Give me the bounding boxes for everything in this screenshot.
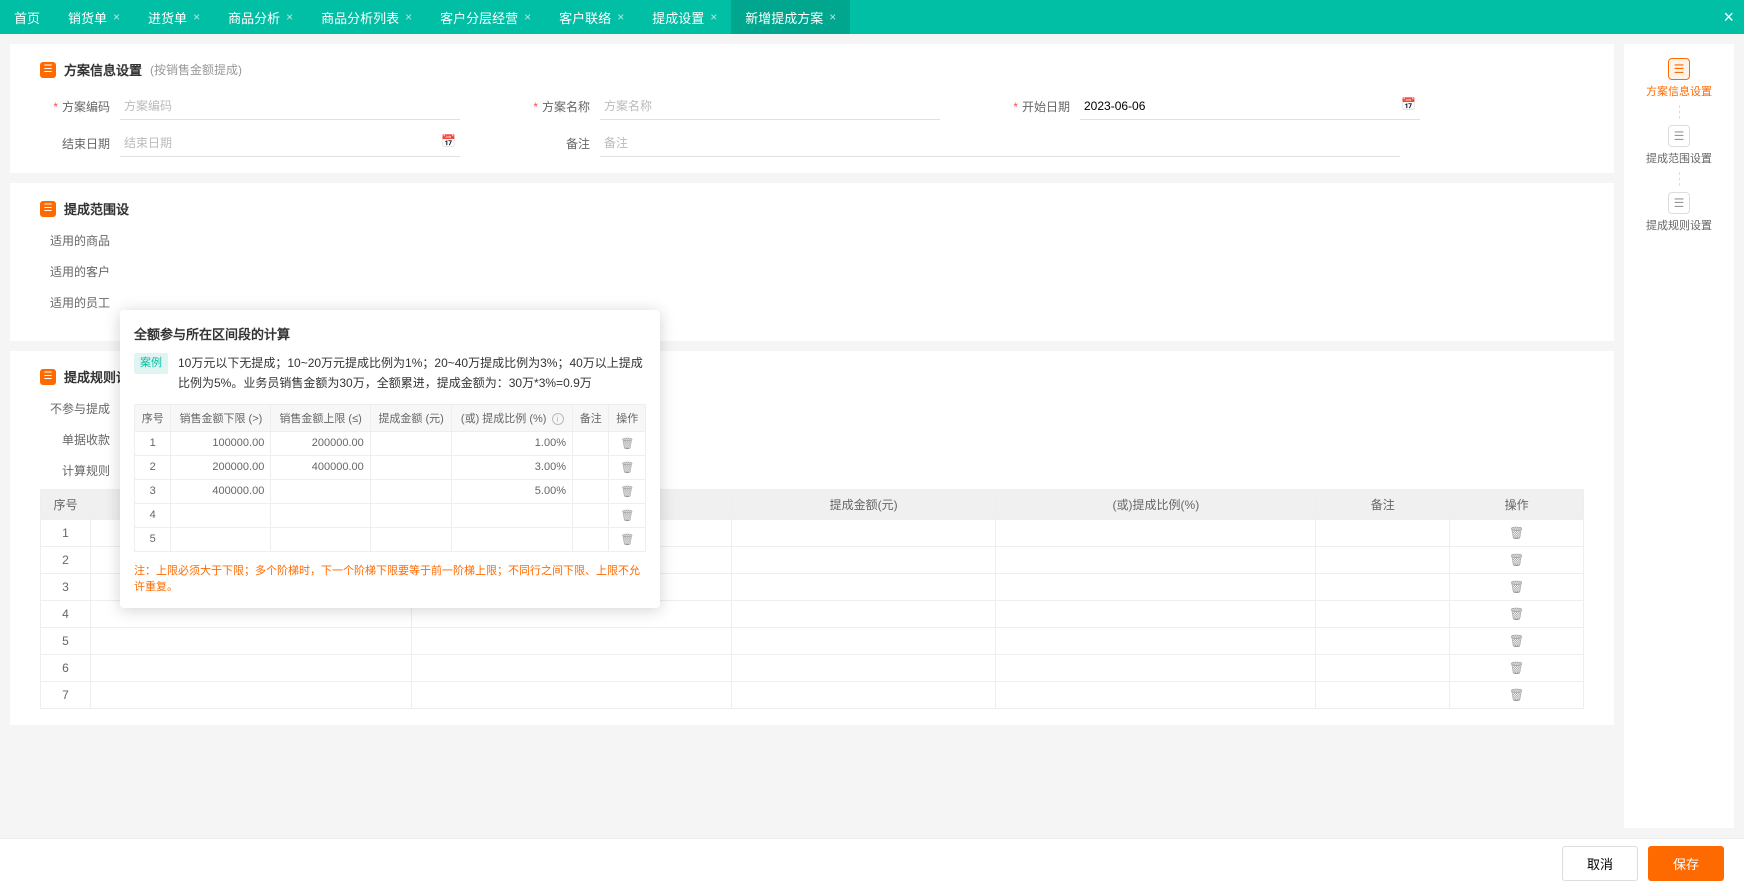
anchor-提成范围设置[interactable]: ☰提成范围设置	[1646, 125, 1712, 166]
delete-icon[interactable]: 🗑	[620, 486, 634, 498]
tab-商品分析列表[interactable]: 商品分析列表×	[307, 0, 426, 34]
popover-title: 全额参与所在区间段的计算	[134, 324, 646, 343]
start-date-input[interactable]	[1080, 93, 1420, 120]
plan-code-input[interactable]	[120, 93, 460, 120]
col-header: 备注	[572, 404, 608, 431]
tab-新增提成方案[interactable]: 新增提成方案×	[731, 0, 850, 34]
delete-icon[interactable]: 🗑	[620, 534, 634, 546]
label-plan-name: 方案名称	[520, 98, 600, 115]
col-header: 提成金额(元)	[731, 490, 996, 520]
delete-icon[interactable]: 🗑	[620, 462, 634, 474]
col-header: (或)提成比例(%)	[996, 490, 1316, 520]
section-subtitle: (按销售金额提成)	[150, 61, 242, 78]
tab-客户联络[interactable]: 客户联络×	[545, 0, 638, 34]
tab-进货单[interactable]: 进货单×	[134, 0, 214, 34]
col-header: 操作	[609, 404, 646, 431]
delete-icon[interactable]: 🗑	[1509, 661, 1524, 675]
table-row: 6🗑	[41, 655, 1584, 682]
tab-close-icon[interactable]: ×	[405, 10, 412, 24]
col-header: 提成金额 (元)	[370, 404, 452, 431]
anchor-方案信息设置[interactable]: ☰方案信息设置	[1646, 58, 1712, 99]
table-row: 5🗑	[41, 628, 1584, 655]
table-row: 5🗑	[135, 527, 646, 551]
tab-close-icon[interactable]: ×	[193, 10, 200, 24]
anchor-nav: ☰方案信息设置 ☰提成范围设置 ☰提成规则设置	[1624, 44, 1734, 828]
remark-input[interactable]	[600, 130, 1400, 157]
col-header: 销售金额上限 (≤)	[271, 404, 370, 431]
section-title: 方案信息设置	[64, 60, 142, 79]
example-table: 序号销售金额下限 (>)销售金额上限 (≤)提成金额 (元)(或) 提成比例 (…	[134, 404, 646, 552]
tab-close-icon[interactable]: ×	[113, 10, 120, 24]
col-header: (或) 提成比例 (%) i	[452, 404, 573, 431]
section-icon: ☰	[40, 62, 56, 78]
anchor-icon: ☰	[1668, 192, 1690, 214]
delete-icon[interactable]: 🗑	[1509, 634, 1524, 648]
section-plan-info: ☰ 方案信息设置 (按销售金额提成) 方案编码 方案名称 开始日期 📅	[10, 44, 1614, 173]
example-popover: 全额参与所在区间段的计算 案例 10万元以下无提成；10~20万元提成比例为1%…	[120, 310, 660, 608]
info-icon: i	[552, 413, 564, 425]
case-tag: 案例	[134, 353, 168, 374]
save-button[interactable]: 保存	[1648, 846, 1724, 881]
label-receipt: 单据收款	[40, 431, 120, 448]
delete-icon[interactable]: 🗑	[1509, 580, 1524, 594]
table-row: 1100000.00200000.001.00%🗑	[135, 431, 646, 455]
label-start-date: 开始日期	[1000, 98, 1080, 115]
tab-close-icon[interactable]: ×	[829, 10, 836, 24]
section-icon: ☰	[40, 201, 56, 217]
case-text: 10万元以下无提成；10~20万元提成比例为1%；20~40万提成比例为3%；4…	[178, 353, 646, 394]
section-icon: ☰	[40, 369, 56, 385]
table-row: 7🗑	[41, 682, 1584, 709]
tab-商品分析[interactable]: 商品分析×	[214, 0, 307, 34]
table-row: 2200000.00400000.003.00%🗑	[135, 455, 646, 479]
col-header: 销售金额下限 (>)	[171, 404, 271, 431]
footer-bar: 取消 保存	[0, 838, 1744, 888]
delete-icon[interactable]: 🗑	[1509, 607, 1524, 621]
label-plan-code: 方案编码	[40, 98, 120, 115]
tab-close-icon[interactable]: ×	[710, 10, 717, 24]
col-header: 操作	[1450, 490, 1584, 520]
scope-label: 适用的商品	[40, 232, 120, 249]
tab-bar: 首页销货单×进货单×商品分析×商品分析列表×客户分层经营×客户联络×提成设置×新…	[0, 0, 1744, 34]
col-header: 备注	[1316, 490, 1450, 520]
label-exclude: 不参与提成	[40, 400, 120, 417]
label-end-date: 结束日期	[40, 135, 120, 152]
delete-icon[interactable]: 🗑	[1509, 553, 1524, 567]
tab-close-icon[interactable]: ×	[524, 10, 531, 24]
delete-icon[interactable]: 🗑	[620, 510, 634, 522]
anchor-提成规则设置[interactable]: ☰提成规则设置	[1646, 192, 1712, 233]
delete-icon[interactable]: 🗑	[1509, 526, 1524, 540]
label-calc-rule: 计算规则	[40, 462, 120, 479]
popover-note: 注：上限必须大于下限；多个阶梯时，下一个阶梯下限要等于前一阶梯上限；不同行之间下…	[134, 562, 646, 594]
close-all-tabs-icon[interactable]: ×	[1723, 7, 1734, 28]
tab-客户分层经营[interactable]: 客户分层经营×	[426, 0, 545, 34]
cancel-button[interactable]: 取消	[1562, 846, 1638, 881]
table-row: 4🗑	[135, 503, 646, 527]
col-header: 序号	[41, 490, 91, 520]
tab-close-icon[interactable]: ×	[617, 10, 624, 24]
scope-label: 适用的客户	[40, 263, 120, 280]
end-date-input[interactable]	[120, 130, 460, 157]
delete-icon[interactable]: 🗑	[620, 438, 634, 450]
col-header: 序号	[135, 404, 171, 431]
delete-icon[interactable]: 🗑	[1509, 688, 1524, 702]
scope-label: 适用的员工	[40, 294, 120, 311]
anchor-icon: ☰	[1668, 58, 1690, 80]
section-title: 提成范围设	[64, 199, 129, 218]
plan-name-input[interactable]	[600, 93, 940, 120]
tab-销货单[interactable]: 销货单×	[54, 0, 134, 34]
tab-提成设置[interactable]: 提成设置×	[638, 0, 731, 34]
table-row: 3400000.005.00%🗑	[135, 479, 646, 503]
label-remark: 备注	[520, 135, 600, 152]
tab-首页[interactable]: 首页	[0, 0, 54, 34]
tab-close-icon[interactable]: ×	[286, 10, 293, 24]
anchor-icon: ☰	[1668, 125, 1690, 147]
